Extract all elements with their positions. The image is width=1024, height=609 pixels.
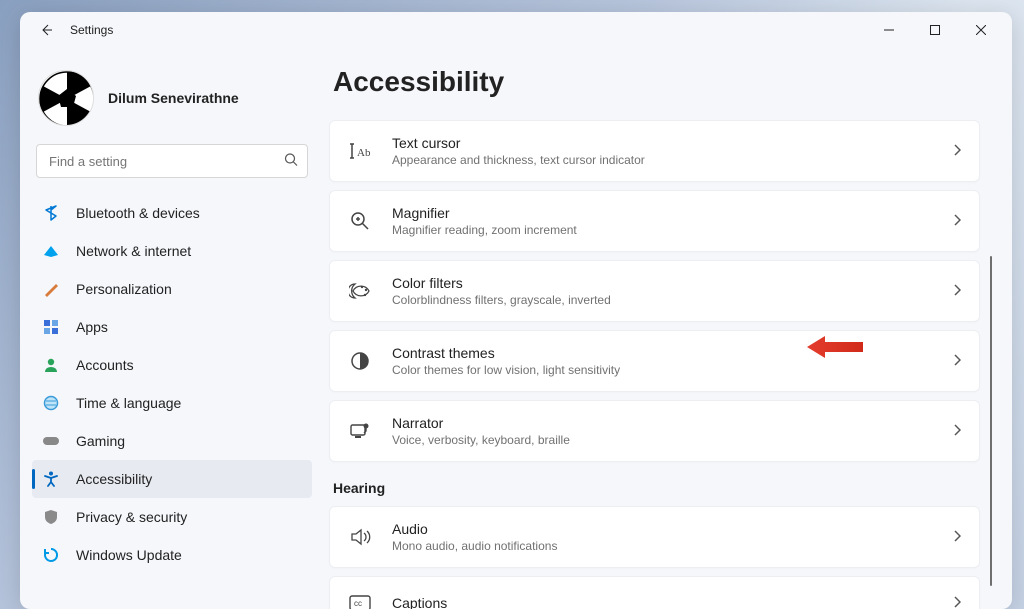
sidebar-item-accessibility[interactable]: Accessibility	[32, 460, 312, 498]
sidebar-item-label: Windows Update	[76, 547, 182, 563]
main-content[interactable]: Accessibility Ab Text cursor Appearance an…	[320, 48, 1012, 609]
card-subtitle: Color themes for low vision, light sensi…	[392, 363, 953, 377]
card-subtitle: Magnifier reading, zoom increment	[392, 223, 953, 237]
close-button[interactable]	[958, 14, 1004, 46]
settings-card-narrator[interactable]: Narrator Voice, verbosity, keyboard, brai…	[329, 400, 980, 462]
card-subtitle: Colorblindness filters, grayscale, inver…	[392, 293, 953, 307]
chevron-right-icon	[953, 283, 961, 299]
bluetooth-icon	[42, 204, 60, 222]
titlebar: Settings	[20, 12, 1012, 48]
contrast-icon	[348, 349, 372, 373]
page-title: Accessibility	[333, 66, 980, 98]
settings-card-color-filters[interactable]: Color filters Colorblindness filters, gra…	[329, 260, 980, 322]
card-title: Audio	[392, 521, 953, 537]
user-account-row[interactable]: Dilum Senevirathne	[32, 58, 312, 144]
user-name: Dilum Senevirathne	[108, 90, 239, 106]
chevron-right-icon	[953, 143, 961, 159]
svg-text:Ab: Ab	[357, 147, 371, 159]
sidebar-item-wifi[interactable]: Network & internet	[32, 232, 312, 270]
sidebar-item-label: Personalization	[76, 281, 172, 297]
sidebar-item-label: Time & language	[76, 395, 181, 411]
magnifier-icon	[348, 209, 372, 233]
card-title: Text cursor	[392, 135, 953, 151]
captions-icon: cc	[348, 591, 372, 609]
sidebar-item-label: Network & internet	[76, 243, 191, 259]
sidebar-item-label: Accounts	[76, 357, 134, 373]
chevron-right-icon	[953, 423, 961, 439]
sidebar-item-label: Privacy & security	[76, 509, 187, 525]
sidebar-item-label: Gaming	[76, 433, 125, 449]
avatar	[38, 70, 94, 126]
back-button[interactable]	[36, 20, 56, 40]
sidebar-item-brush[interactable]: Personalization	[32, 270, 312, 308]
minimize-button[interactable]	[866, 14, 912, 46]
chevron-right-icon	[953, 353, 961, 369]
settings-window: Settings Dilum Senevirathne	[20, 12, 1012, 609]
card-title: Narrator	[392, 415, 953, 431]
brush-icon	[42, 280, 60, 298]
settings-card-audio[interactable]: Audio Mono audio, audio notifications	[329, 506, 980, 568]
card-subtitle: Mono audio, audio notifications	[392, 539, 953, 553]
chevron-right-icon	[953, 595, 961, 609]
window-title: Settings	[70, 23, 113, 37]
settings-card-contrast[interactable]: Contrast themes Color themes for low visi…	[329, 330, 980, 392]
sidebar-item-shield[interactable]: Privacy & security	[32, 498, 312, 536]
sidebar-item-label: Apps	[76, 319, 108, 335]
scrollbar[interactable]	[990, 256, 992, 586]
sidebar-item-apps[interactable]: Apps	[32, 308, 312, 346]
color-filters-icon	[348, 279, 372, 303]
card-title: Magnifier	[392, 205, 953, 221]
svg-text:cc: cc	[354, 599, 362, 608]
hearing-section-label: Hearing	[333, 480, 980, 496]
search-box[interactable]	[36, 144, 308, 178]
chevron-right-icon	[953, 529, 961, 545]
sidebar-item-update[interactable]: Windows Update	[32, 536, 312, 574]
sidebar-item-gaming[interactable]: Gaming	[32, 422, 312, 460]
card-subtitle: Voice, verbosity, keyboard, braille	[392, 433, 953, 447]
audio-icon	[348, 525, 372, 549]
text-cursor-icon: Ab	[348, 139, 372, 163]
settings-card-text-cursor[interactable]: Ab Text cursor Appearance and thickness, t…	[329, 120, 980, 182]
apps-icon	[42, 318, 60, 336]
card-subtitle: Appearance and thickness, text cursor in…	[392, 153, 953, 167]
globe-icon	[42, 394, 60, 412]
card-title: Contrast themes	[392, 345, 953, 361]
settings-card-captions[interactable]: cc Captions	[329, 576, 980, 609]
sidebar: Dilum Senevirathne Bluetooth & devices Ne…	[20, 48, 320, 609]
card-title: Color filters	[392, 275, 953, 291]
card-title: Captions	[392, 595, 953, 609]
sidebar-item-person[interactable]: Accounts	[32, 346, 312, 384]
sidebar-item-bluetooth[interactable]: Bluetooth & devices	[32, 194, 312, 232]
wifi-icon	[42, 242, 60, 260]
search-icon	[284, 153, 298, 170]
sidebar-item-label: Accessibility	[76, 471, 152, 487]
maximize-button[interactable]	[912, 14, 958, 46]
accessibility-icon	[42, 470, 60, 488]
shield-icon	[42, 508, 60, 526]
nav-list: Bluetooth & devices Network & internet Per…	[32, 194, 312, 574]
narrator-icon	[348, 419, 372, 443]
settings-card-magnifier[interactable]: Magnifier Magnifier reading, zoom increme…	[329, 190, 980, 252]
sidebar-item-label: Bluetooth & devices	[76, 205, 200, 221]
gaming-icon	[42, 432, 60, 450]
person-icon	[42, 356, 60, 374]
sidebar-item-globe[interactable]: Time & language	[32, 384, 312, 422]
chevron-right-icon	[953, 213, 961, 229]
search-input[interactable]	[36, 144, 308, 178]
update-icon	[42, 546, 60, 564]
